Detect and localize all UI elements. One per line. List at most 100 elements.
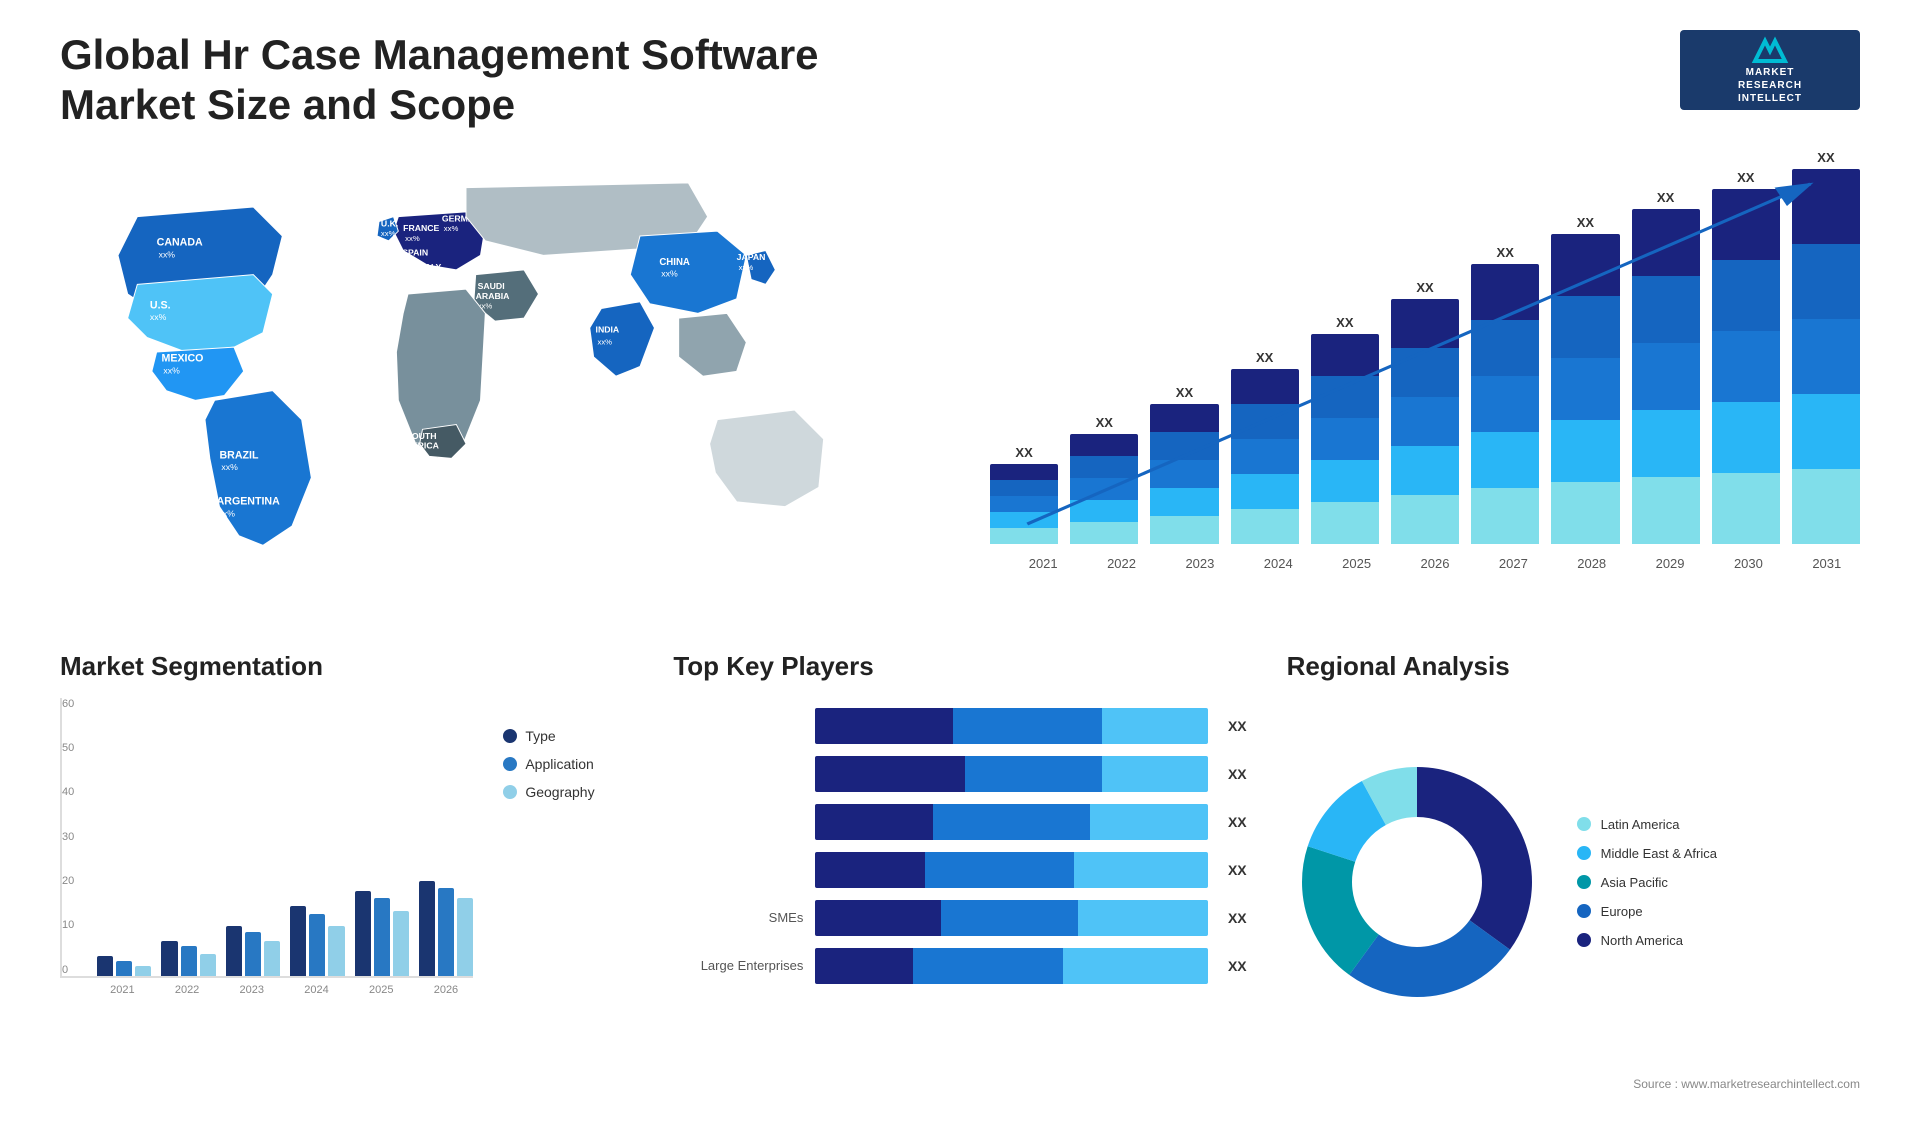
player-bar-seg1-1 [815, 708, 952, 744]
player-row-1: XX [673, 708, 1246, 744]
seg-content: 60 50 40 30 20 10 0 [60, 698, 633, 1091]
player-bar-large [815, 948, 1208, 984]
regional-legend-mea: Middle East & Africa [1577, 846, 1717, 861]
bar-value-2031: XX [1817, 150, 1834, 165]
regional-content: Latin America Middle East & Africa Asia … [1287, 698, 1860, 1067]
bar-seg4-2023 [1150, 488, 1218, 516]
bar-value-2021: XX [1015, 445, 1032, 460]
legend-label-type: Type [525, 728, 555, 744]
bar-seg5-2026 [1391, 495, 1459, 544]
bar-group-2023: XX [1150, 385, 1218, 544]
donut-center [1357, 822, 1477, 942]
seg-bar-app-2026 [438, 888, 454, 976]
bar-value-2030: XX [1737, 170, 1754, 185]
bar-value-2027: XX [1497, 245, 1514, 260]
bar-seg4-2022 [1070, 500, 1138, 522]
svg-text:MEXICO: MEXICO [162, 352, 204, 364]
bar-group-2029: XX [1632, 190, 1700, 544]
bar-seg3-2024 [1231, 439, 1299, 474]
player-bar-seg1-smes [815, 900, 941, 936]
legend-item-application: Application [503, 756, 633, 772]
legend-item-geography: Geography [503, 784, 633, 800]
player-row-3: XX [673, 804, 1246, 840]
seg-bar-type-2021 [97, 956, 113, 976]
bar-seg2-2025 [1311, 376, 1379, 418]
seg-chart: 60 50 40 30 20 10 0 [60, 698, 473, 996]
bar-seg3-2027 [1471, 376, 1539, 432]
bar-seg3-2030 [1712, 331, 1780, 402]
donut-container [1287, 752, 1547, 1012]
legend-dot-asia [1577, 875, 1591, 889]
seg-bar-app-2025 [374, 898, 390, 976]
seg-bar-group-2026 [419, 881, 473, 976]
player-row-4: XX [673, 852, 1246, 888]
bar-group-2025: XX [1311, 315, 1379, 544]
seg-bar-type-2026 [419, 881, 435, 976]
seg-legend: Type Application Geography [503, 698, 633, 800]
world-map-svg: CANADA xx% U.S. xx% MEXICO xx% BRAZIL xx… [60, 151, 930, 611]
player-bar-seg2-large [913, 948, 1062, 984]
bar-stack-2029 [1632, 209, 1700, 544]
bar-seg1-2030 [1712, 189, 1780, 260]
player-bar-seg2-2 [965, 756, 1102, 792]
bar-group-2031: XX [1792, 150, 1860, 544]
bar-seg4-2024 [1231, 474, 1299, 509]
seg-bar-geo-2024 [328, 926, 344, 976]
seg-bar-group-2022 [161, 941, 215, 976]
player-value-2: XX [1228, 766, 1247, 782]
legend-dot-north-america [1577, 933, 1591, 947]
bar-group-2024: XX [1231, 350, 1299, 544]
regional-legend-north-america: North America [1577, 933, 1717, 948]
player-label-smes: SMEs [673, 910, 803, 925]
legend-label-north-america: North America [1601, 933, 1683, 948]
svg-text:ARGENTINA: ARGENTINA [217, 496, 280, 508]
bar-seg5-2025 [1311, 502, 1379, 544]
regional-title: Regional Analysis [1287, 651, 1860, 682]
player-bar-2 [815, 756, 1208, 792]
bar-seg2-2024 [1231, 404, 1299, 439]
bar-group-2022: XX [1070, 415, 1138, 544]
bar-seg3-2028 [1551, 358, 1619, 420]
bar-year-2022: 2022 [1088, 550, 1154, 571]
bar-stack-2027 [1471, 264, 1539, 544]
regional-legend-latin: Latin America [1577, 817, 1717, 832]
player-row-large: Large Enterprises XX [673, 948, 1246, 984]
segmentation-container: Market Segmentation 60 50 40 30 20 10 0 [60, 651, 633, 1091]
svg-text:xx%: xx% [444, 224, 459, 233]
seg-bar-geo-2022 [200, 954, 216, 976]
svg-text:xx%: xx% [420, 272, 435, 281]
bar-stack-2026 [1391, 299, 1459, 544]
bar-year-2026: 2026 [1402, 550, 1468, 571]
bar-seg3-2021 [990, 496, 1058, 512]
bar-seg4-2028 [1551, 420, 1619, 482]
seg-y-labels: 60 50 40 30 20 10 0 [62, 698, 74, 976]
bar-seg4-2029 [1632, 410, 1700, 477]
legend-dot-europe [1577, 904, 1591, 918]
svg-text:ITALY: ITALY [418, 262, 442, 272]
seg-x-labels: 2021 2022 2023 2024 2025 2026 [60, 984, 473, 996]
svg-text:INDIA: INDIA [596, 324, 620, 334]
bar-seg2-2026 [1391, 348, 1459, 397]
player-bar-seg2-4 [925, 852, 1074, 888]
bar-seg2-2029 [1632, 276, 1700, 343]
svg-text:CANADA: CANADA [157, 236, 203, 248]
player-row-smes: SMEs XX [673, 900, 1246, 936]
svg-text:xx%: xx% [150, 312, 167, 322]
bar-seg4-2031 [1792, 394, 1860, 469]
legend-dot-application [503, 757, 517, 771]
legend-dot-latin [1577, 817, 1591, 831]
bar-seg1-2027 [1471, 264, 1539, 320]
bar-year-2021: 2021 [1010, 550, 1076, 571]
player-bar-seg1-2 [815, 756, 964, 792]
legend-label-geography: Geography [525, 784, 594, 800]
bar-chart-container: XXXXXXXXXXXXXXXXXXXXXX 20212022202320242… [970, 151, 1860, 611]
bar-seg5-2027 [1471, 488, 1539, 544]
bar-value-2025: XX [1336, 315, 1353, 330]
svg-text:xx%: xx% [159, 249, 176, 259]
player-bar-seg3-2 [1102, 756, 1208, 792]
bar-seg3-2022 [1070, 478, 1138, 500]
svg-text:FRANCE: FRANCE [403, 223, 439, 233]
player-bar-seg3-smes [1078, 900, 1208, 936]
bar-stack-2022 [1070, 434, 1138, 544]
bar-seg1-2024 [1231, 369, 1299, 404]
